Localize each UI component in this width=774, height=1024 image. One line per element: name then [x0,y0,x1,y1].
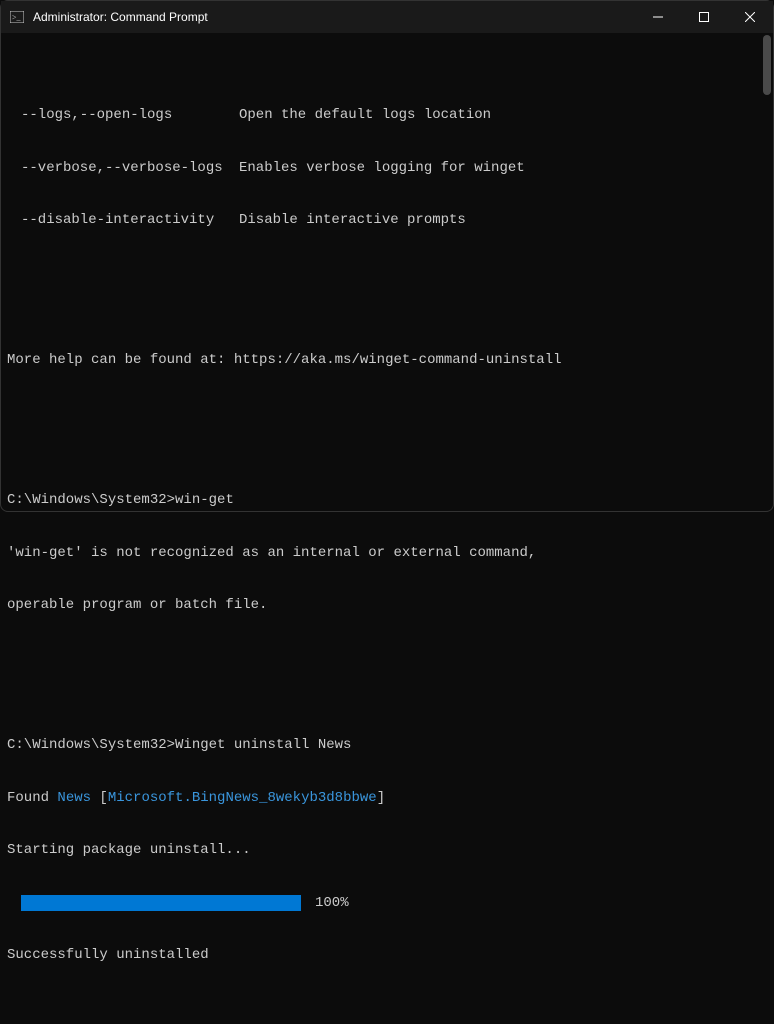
option-desc: Enables verbose logging for winget [239,160,525,178]
scrollbar-thumb[interactable] [763,35,771,95]
close-button[interactable] [727,1,773,33]
window-title: Administrator: Command Prompt [33,10,635,24]
option-desc: Disable interactive prompts [239,212,466,230]
found-prefix: Found [7,790,57,806]
bracket: ] [377,790,385,806]
option-row: --logs,--open-logsOpen the default logs … [7,107,767,125]
command-text: Winget uninstall News [175,737,351,753]
titlebar[interactable]: >_ Administrator: Command Prompt [1,1,773,33]
option-flag: --logs,--open-logs [7,107,239,125]
help-line: More help can be found at: https://aka.m… [7,352,767,370]
starting-line: Starting package uninstall... [7,842,767,860]
success-line: Successfully uninstalled [7,947,767,965]
terminal-output[interactable]: --logs,--open-logsOpen the default logs … [1,33,773,511]
blank-line [7,422,767,440]
package-name: News [57,790,91,806]
option-desc: Open the default logs location [239,107,491,125]
option-flag: --disable-interactivity [7,212,239,230]
found-line: Found News [Microsoft.BingNews_8wekyb3d8… [7,790,767,808]
prompt-line: C:\Windows\System32>Winget uninstall New… [7,737,767,755]
app-icon: >_ [9,9,25,25]
blank-line [7,1017,767,1024]
option-row: --disable-interactivityDisable interacti… [7,212,767,230]
option-row: --verbose,--verbose-logsEnables verbose … [7,160,767,178]
blank-line [7,282,767,300]
blank-line [7,667,767,685]
bracket: [ [91,790,108,806]
svg-text:>_: >_ [12,13,22,22]
minimize-button[interactable] [635,1,681,33]
prompt-line: C:\Windows\System32>win-get [7,492,767,510]
error-line: 'win-get' is not recognized as an intern… [7,545,767,563]
progress-bar [21,895,301,911]
help-url: https://aka.ms/winget-command-uninstall [234,352,562,368]
window-controls [635,1,773,33]
progress-line: 100% [7,895,767,913]
prompt-path: C:\Windows\System32> [7,737,175,753]
error-line: operable program or batch file. [7,597,767,615]
maximize-button[interactable] [681,1,727,33]
prompt-path: C:\Windows\System32> [7,492,175,508]
progress-percent: 100% [315,895,349,913]
option-flag: --verbose,--verbose-logs [7,160,239,178]
command-text: win-get [175,492,234,508]
help-prefix: More help can be found at: [7,352,234,368]
package-id: Microsoft.BingNews_8wekyb3d8bbwe [108,790,377,806]
